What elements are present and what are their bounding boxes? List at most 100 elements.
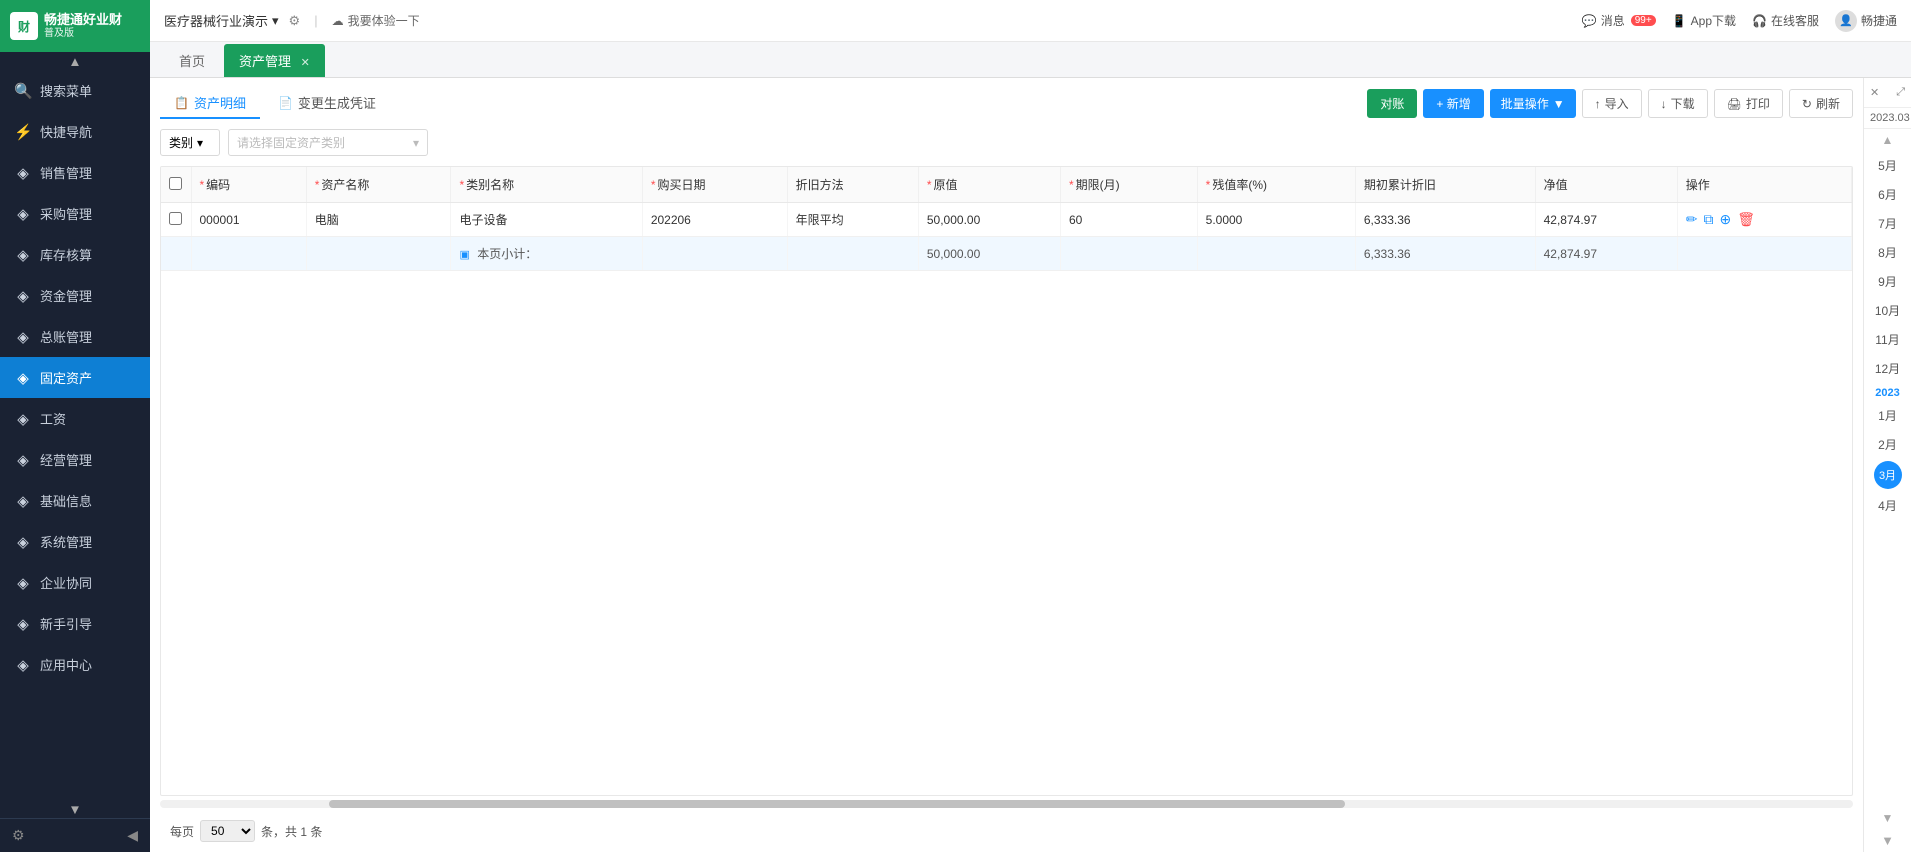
th-original-value: *原值 bbox=[918, 167, 1060, 203]
logo-icon: 财 bbox=[10, 12, 38, 40]
refresh-icon: ↻ bbox=[1802, 97, 1812, 111]
month-4[interactable]: 4月 bbox=[1864, 491, 1911, 520]
batch-arrow-icon: ▼ bbox=[1553, 97, 1565, 111]
sidebar-item-enterprise[interactable]: ◈ 企业协同 bbox=[0, 562, 150, 603]
user-menu[interactable]: 👤 畅捷通 bbox=[1835, 10, 1897, 32]
month-5[interactable]: 5月 bbox=[1864, 151, 1911, 180]
reconcile-button[interactable]: 对账 bbox=[1367, 89, 1417, 118]
row-checkbox[interactable] bbox=[169, 212, 182, 225]
sidebar-item-inventory[interactable]: ◈ 库存核算 bbox=[0, 234, 150, 275]
collapse-sidebar-button[interactable]: ◀ bbox=[127, 827, 138, 844]
app-logo: 财 畅捷通好业财 普及版 bbox=[0, 0, 150, 52]
export-button[interactable]: ↑ 导入 bbox=[1582, 89, 1642, 118]
month-3-active[interactable]: 3月 bbox=[1874, 461, 1902, 489]
company-selector[interactable]: 医疗器械行业演示 ▾ bbox=[164, 11, 279, 30]
sidebar-item-quick-nav[interactable]: ⚡ 快捷导航 bbox=[0, 111, 150, 152]
topbar-right: 💬 消息 99+ 📱 App下载 🎧 在线客服 👤 畅捷通 bbox=[1582, 10, 1897, 32]
print-button[interactable]: 🖨 打印 bbox=[1714, 89, 1783, 118]
topbar: 医疗器械行业演示 ▾ ⚙ | ☁ 我要体验一下 💬 消息 99+ 📱 App下载… bbox=[150, 0, 1911, 42]
subtab-asset-detail[interactable]: 📋 资产明细 bbox=[160, 88, 260, 119]
month-2[interactable]: 2月 bbox=[1864, 430, 1911, 459]
month-10[interactable]: 10月 bbox=[1864, 296, 1911, 325]
th-purchase-date: *购买日期 bbox=[642, 167, 787, 203]
panel-months: 5月 6月 7月 8月 9月 10月 11月 12月 2023 1月 2月 3月… bbox=[1864, 151, 1911, 807]
refresh-button[interactable]: ↻ 刷新 bbox=[1789, 89, 1853, 118]
close-panel-icon[interactable]: ✕ bbox=[1870, 86, 1879, 99]
online-service-button[interactable]: 🎧 在线客服 bbox=[1752, 12, 1819, 29]
cell-depreciation-method: 年限平均 bbox=[787, 203, 918, 237]
select-all-checkbox[interactable] bbox=[169, 177, 182, 190]
basic-info-icon: ◈ bbox=[14, 492, 32, 510]
app-title: 畅捷通好业财 bbox=[44, 12, 122, 28]
export-icon: ↑ bbox=[1595, 97, 1601, 111]
sidebar-item-fixed-assets[interactable]: ◈ 固定资产 bbox=[0, 357, 150, 398]
cell-original-value: 50,000.00 bbox=[918, 203, 1060, 237]
panel-bottom: ▼ bbox=[1864, 829, 1911, 852]
sidebar-item-label: 总账管理 bbox=[40, 327, 92, 346]
sidebar-scroll-down[interactable]: ▼ bbox=[0, 800, 150, 818]
category-value-select[interactable]: 请选择固定资产类别 ▾ bbox=[228, 129, 428, 156]
download-button[interactable]: ↓ 下载 bbox=[1648, 89, 1708, 118]
sidebar-item-label: 企业协同 bbox=[40, 573, 92, 592]
month-7[interactable]: 7月 bbox=[1864, 209, 1911, 238]
scrollbar-thumb[interactable] bbox=[329, 800, 1345, 808]
new-button[interactable]: + 新增 bbox=[1423, 89, 1483, 118]
month-12[interactable]: 12月 bbox=[1864, 354, 1911, 383]
sidebar-item-payroll[interactable]: ◈ 工资 bbox=[0, 398, 150, 439]
category-type-select[interactable]: 类别 ▾ bbox=[160, 129, 220, 156]
edit-button[interactable]: ✏ bbox=[1686, 211, 1698, 228]
month-6[interactable]: 6月 bbox=[1864, 180, 1911, 209]
month-11[interactable]: 11月 bbox=[1864, 325, 1911, 354]
sidebar-scroll-up[interactable]: ▲ bbox=[0, 52, 150, 70]
app-subtitle: 普及版 bbox=[44, 28, 122, 40]
panel-year-label: 2023.03 bbox=[1864, 108, 1911, 129]
page-size-select[interactable]: 10 20 50 100 bbox=[200, 820, 255, 842]
right-panel: ✕ ⤢ 2023.03 ▲ 5月 6月 7月 8月 9月 10月 11月 12月… bbox=[1863, 78, 1911, 852]
sidebar-item-operations[interactable]: ◈ 经营管理 bbox=[0, 439, 150, 480]
sidebar-item-sales[interactable]: ◈ 销售管理 bbox=[0, 152, 150, 193]
subtotal-row: ▣ 本页小计： 50,000.00 6,333.36 42,874.97 bbox=[161, 237, 1852, 271]
app-download-button[interactable]: 📱 App下载 bbox=[1672, 12, 1736, 29]
gear-icon[interactable]: ⚙ bbox=[289, 13, 301, 29]
asset-detail-icon: 📋 bbox=[174, 96, 189, 110]
subtotal-original-value: 50,000.00 bbox=[918, 237, 1060, 271]
panel-bottom-icon[interactable]: ▼ bbox=[1881, 833, 1894, 848]
more-button[interactable]: ⊕ bbox=[1719, 211, 1731, 228]
tab-home[interactable]: 首页 bbox=[164, 44, 220, 77]
sidebar-item-funds[interactable]: ◈ 资金管理 bbox=[0, 275, 150, 316]
cell-residual-rate: 5.0000 bbox=[1197, 203, 1355, 237]
sidebar-item-app-center[interactable]: ◈ 应用中心 bbox=[0, 644, 150, 685]
settings-button[interactable]: ⚙ bbox=[12, 827, 25, 844]
month-9[interactable]: 9月 bbox=[1864, 267, 1911, 296]
sidebar-item-basic-info[interactable]: ◈ 基础信息 bbox=[0, 480, 150, 521]
panel-scroll-up[interactable]: ▲ bbox=[1864, 129, 1911, 151]
search-icon: 🔍 bbox=[14, 82, 32, 100]
subtab-bar: 📋 资产明细 📄 变更生成凭证 对账 + 新增 批量操作 bbox=[160, 88, 1853, 119]
copy-button[interactable]: ⧉ bbox=[1703, 211, 1713, 228]
sidebar-item-system[interactable]: ◈ 系统管理 bbox=[0, 521, 150, 562]
close-tab-icon[interactable]: ✕ bbox=[301, 57, 310, 69]
th-name: *资产名称 bbox=[306, 167, 451, 203]
expand-panel-icon[interactable]: ⤢ bbox=[1896, 86, 1905, 99]
pagination: 每页 10 20 50 100 条，共 1 条 bbox=[160, 812, 1853, 842]
content-main: 📋 资产明细 📄 变更生成凭证 对账 + 新增 批量操作 bbox=[150, 78, 1863, 852]
cell-period: 60 bbox=[1061, 203, 1198, 237]
sidebar-item-purchase[interactable]: ◈ 采购管理 bbox=[0, 193, 150, 234]
sidebar-item-guide[interactable]: ◈ 新手引导 bbox=[0, 603, 150, 644]
sidebar-item-ledger[interactable]: ◈ 总账管理 bbox=[0, 316, 150, 357]
sidebar-item-search[interactable]: 🔍 搜索菜单 bbox=[0, 70, 150, 111]
tab-asset-mgmt[interactable]: 资产管理 ✕ bbox=[224, 44, 325, 77]
sidebar-item-label: 采购管理 bbox=[40, 204, 92, 223]
delete-button[interactable]: 🗑 bbox=[1737, 211, 1755, 228]
messages-button[interactable]: 💬 消息 99+ bbox=[1582, 12, 1656, 29]
horizontal-scrollbar[interactable] bbox=[160, 800, 1853, 808]
batch-button[interactable]: 批量操作 ▼ bbox=[1490, 89, 1576, 118]
th-initial-depreciation: 期初累计折旧 bbox=[1355, 167, 1535, 203]
experience-button[interactable]: ☁ 我要体验一下 bbox=[332, 12, 420, 29]
panel-scroll-down[interactable]: ▼ bbox=[1864, 807, 1911, 829]
guide-icon: ◈ bbox=[14, 615, 32, 633]
subtotal-initial-depreciation: 6,333.36 bbox=[1355, 237, 1535, 271]
month-8[interactable]: 8月 bbox=[1864, 238, 1911, 267]
month-1[interactable]: 1月 bbox=[1864, 401, 1911, 430]
subtab-voucher[interactable]: 📄 变更生成凭证 bbox=[264, 88, 390, 119]
